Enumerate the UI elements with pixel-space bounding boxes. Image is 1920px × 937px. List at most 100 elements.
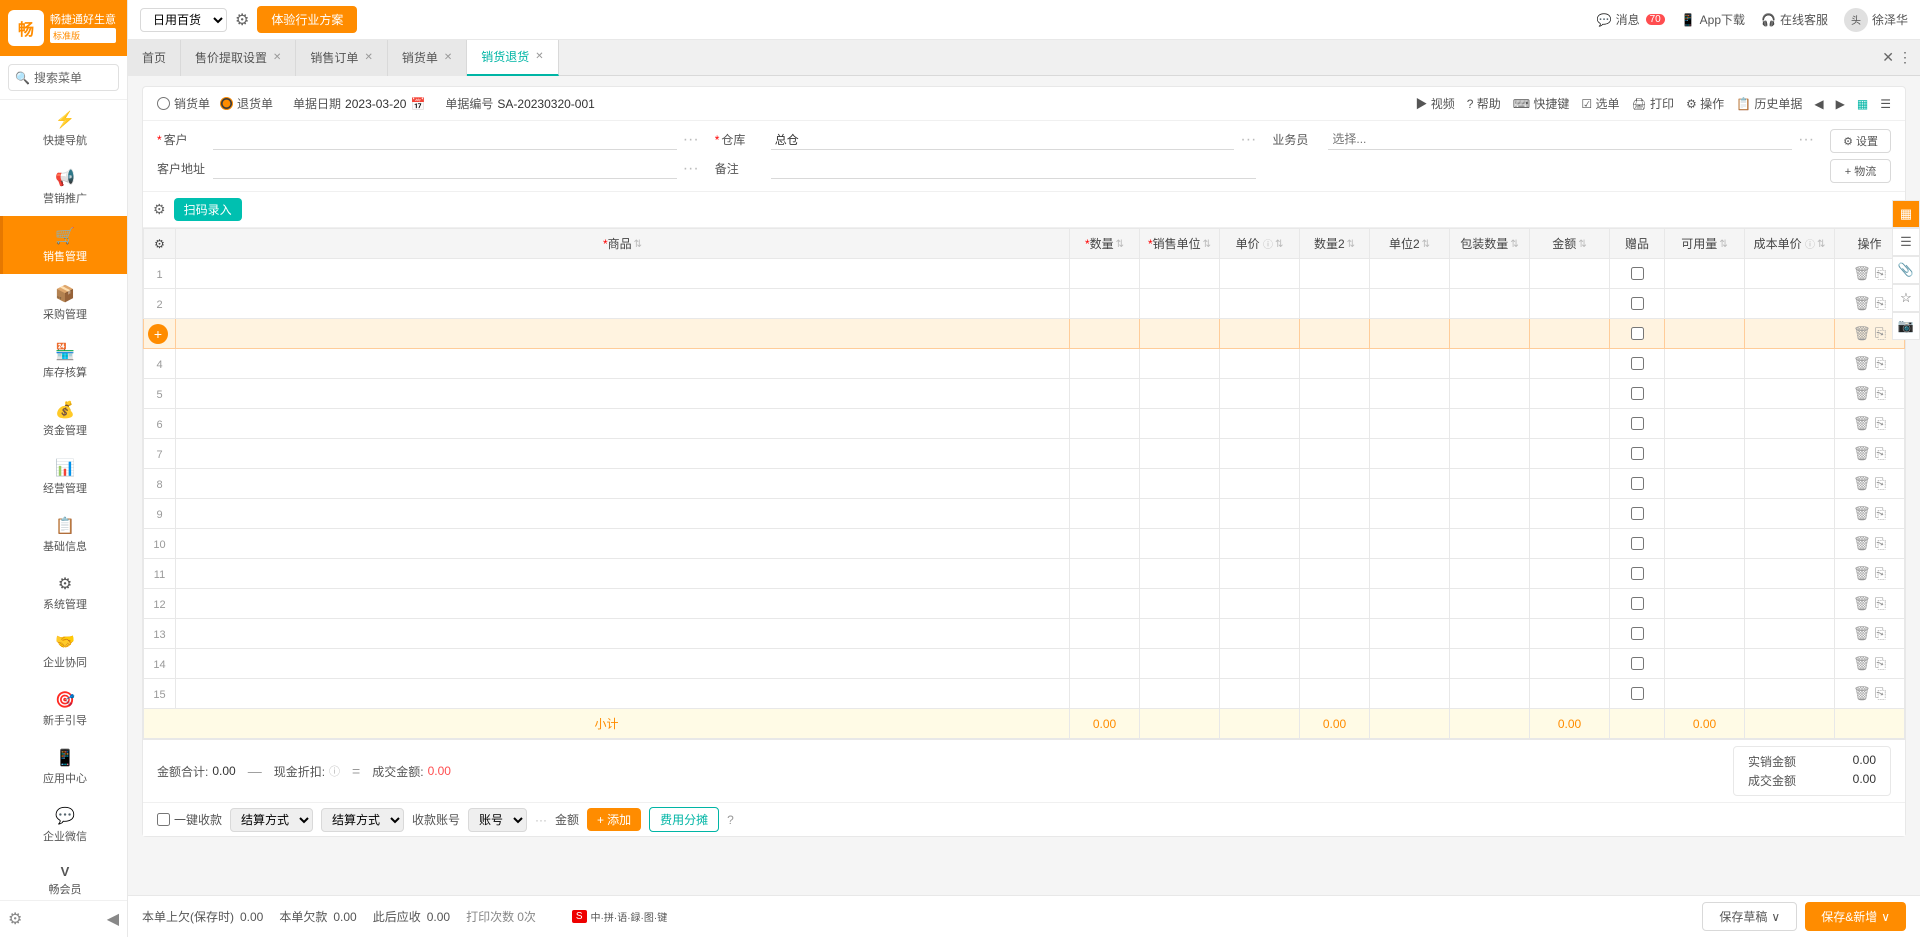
address-picker-icon[interactable]: ···: [683, 160, 699, 178]
sidebar-item-purchase[interactable]: 📦 采购管理: [0, 274, 127, 332]
copy-row-icon[interactable]: ⎘: [1875, 475, 1886, 492]
sidebar-item-sales[interactable]: 🛒 销售管理: [0, 216, 127, 274]
experience-plan-button[interactable]: 体验行业方案: [257, 6, 357, 33]
td-unit2[interactable]: [1370, 289, 1450, 319]
gift-checkbox[interactable]: [1631, 477, 1644, 490]
collapse-sidebar-button[interactable]: ◀: [107, 909, 119, 929]
customer-input[interactable]: [213, 129, 677, 150]
td-qty2[interactable]: [1300, 289, 1370, 319]
one-click-payment-checkbox[interactable]: 一键收款: [157, 811, 222, 828]
gift-checkbox[interactable]: [1631, 567, 1644, 580]
account-number-select[interactable]: 账号: [468, 808, 527, 832]
right-panel-list-view[interactable]: ☰: [1892, 228, 1920, 256]
operate-action[interactable]: ⚙ 操作: [1686, 95, 1724, 112]
nav-next-icon[interactable]: ▶: [1836, 97, 1845, 111]
copy-row-icon[interactable]: ⎘: [1875, 505, 1886, 522]
history-action[interactable]: 📋 历史单据: [1736, 95, 1802, 112]
td-qty[interactable]: [1070, 319, 1140, 349]
copy-row-icon[interactable]: ⎘: [1875, 385, 1886, 402]
customer-picker-icon[interactable]: ···: [683, 131, 699, 149]
td-cost[interactable]: [1745, 259, 1835, 289]
user-profile[interactable]: 头 徐泽华: [1844, 8, 1908, 32]
copy-row-icon[interactable]: ⎘: [1875, 655, 1886, 672]
td-cost[interactable]: [1745, 289, 1835, 319]
print-action[interactable]: 🖨 打印: [1631, 95, 1674, 112]
copy-row-icon[interactable]: ⎘: [1875, 625, 1886, 642]
td-unit2[interactable]: [1370, 319, 1450, 349]
gift-checkbox[interactable]: [1631, 267, 1644, 280]
shortcut-action[interactable]: ⌨ 快捷键: [1513, 95, 1570, 112]
sidebar-item-operations[interactable]: 📊 经营管理: [0, 448, 127, 506]
td-unit2[interactable]: [1370, 259, 1450, 289]
td-product[interactable]: [176, 259, 1070, 289]
td-gift[interactable]: [1610, 319, 1665, 349]
radio-delivery-input[interactable]: [157, 97, 170, 110]
radio-return[interactable]: 退货单: [220, 95, 273, 112]
tab-sales-delivery[interactable]: 销货单 ✕: [388, 40, 467, 76]
td-price[interactable]: [1220, 259, 1300, 289]
delete-row-icon[interactable]: 🗑: [1853, 655, 1871, 672]
delete-row-icon[interactable]: 🗑: [1853, 445, 1871, 462]
sidebar-item-marketing[interactable]: 📢 营销推广: [0, 158, 127, 216]
right-panel-star[interactable]: ☆: [1892, 284, 1920, 312]
gift-checkbox[interactable]: [1631, 357, 1644, 370]
tab-sales-return[interactable]: 销货退货 ✕: [467, 40, 558, 76]
save-new-button[interactable]: 保存&新增 ∨: [1805, 902, 1906, 931]
copy-row-icon[interactable]: ⎘: [1875, 295, 1886, 312]
delete-row-icon[interactable]: 🗑: [1853, 295, 1871, 312]
industry-select[interactable]: 日用百货: [140, 8, 227, 32]
delete-row-icon[interactable]: 🗑: [1853, 565, 1871, 582]
td-unit[interactable]: [1140, 289, 1220, 319]
staff-input[interactable]: [1328, 129, 1792, 150]
logistics-side-button[interactable]: + 物流: [1830, 159, 1891, 183]
save-draft-button[interactable]: 保存草稿 ∨: [1702, 902, 1797, 931]
warehouse-picker-icon[interactable]: ···: [1240, 131, 1256, 149]
help-action[interactable]: ? 帮助: [1467, 95, 1501, 112]
right-panel-camera[interactable]: 📷: [1892, 312, 1920, 340]
sidebar-item-system[interactable]: ⚙ 系统管理: [0, 564, 127, 622]
copy-row-icon[interactable]: ⎘: [1875, 685, 1886, 702]
copy-row-icon[interactable]: ⎘: [1875, 355, 1886, 372]
close-tab-sales-order[interactable]: ✕: [364, 52, 372, 63]
td-amount[interactable]: [1530, 319, 1610, 349]
sidebar-item-member[interactable]: V 畅会员: [0, 854, 127, 900]
td-pack[interactable]: [1450, 289, 1530, 319]
online-support-item[interactable]: 🎧 在线客服: [1761, 11, 1828, 28]
close-all-tabs-button[interactable]: ✕: [1882, 49, 1894, 66]
gift-checkbox[interactable]: [1631, 627, 1644, 640]
sidebar-item-finance[interactable]: 💰 资金管理: [0, 390, 127, 448]
delete-row-icon[interactable]: 🗑: [1853, 595, 1871, 612]
td-amount[interactable]: [1530, 259, 1610, 289]
delete-row-icon[interactable]: 🗑: [1853, 685, 1871, 702]
td-pack[interactable]: [1450, 319, 1530, 349]
radio-delivery[interactable]: 销货单: [157, 95, 210, 112]
grid-view-icon[interactable]: ▦: [1857, 97, 1868, 111]
video-action[interactable]: ▶ 视频: [1415, 95, 1454, 112]
add-payment-button[interactable]: + 添加: [587, 808, 641, 831]
td-unit[interactable]: [1140, 259, 1220, 289]
delete-row-icon[interactable]: 🗑: [1853, 415, 1871, 432]
gift-checkbox[interactable]: [1631, 417, 1644, 430]
select-order-action[interactable]: ☑ 选单: [1581, 95, 1619, 112]
sidebar-item-apps[interactable]: 📱 应用中心: [0, 738, 127, 796]
tab-price-settings[interactable]: 售价提取设置 ✕: [181, 40, 296, 76]
sidebar-item-inventory[interactable]: 🏪 库存核算: [0, 332, 127, 390]
one-click-checkbox[interactable]: [157, 813, 170, 826]
delete-row-icon[interactable]: 🗑: [1853, 505, 1871, 522]
copy-row-icon[interactable]: ⎘: [1875, 565, 1886, 582]
gift-checkbox[interactable]: [1631, 597, 1644, 610]
td-qty[interactable]: [1070, 259, 1140, 289]
sidebar-item-wechat[interactable]: 💬 企业微信: [0, 796, 127, 854]
remark-input[interactable]: [771, 158, 1257, 179]
copy-row-icon[interactable]: ⎘: [1875, 415, 1886, 432]
nav-prev-icon[interactable]: ◀: [1814, 97, 1823, 111]
notification-item[interactable]: 💬 消息 70: [1597, 11, 1665, 28]
add-row-button[interactable]: +: [148, 324, 168, 344]
discount-help[interactable]: ⓘ: [329, 763, 340, 779]
td-pack[interactable]: [1450, 259, 1530, 289]
warehouse-input[interactable]: [771, 129, 1235, 150]
copy-row-icon[interactable]: ⎘: [1875, 325, 1886, 342]
delete-row-icon[interactable]: 🗑: [1853, 355, 1871, 372]
copy-row-icon[interactable]: ⎘: [1875, 445, 1886, 462]
td-unit[interactable]: [1140, 319, 1220, 349]
